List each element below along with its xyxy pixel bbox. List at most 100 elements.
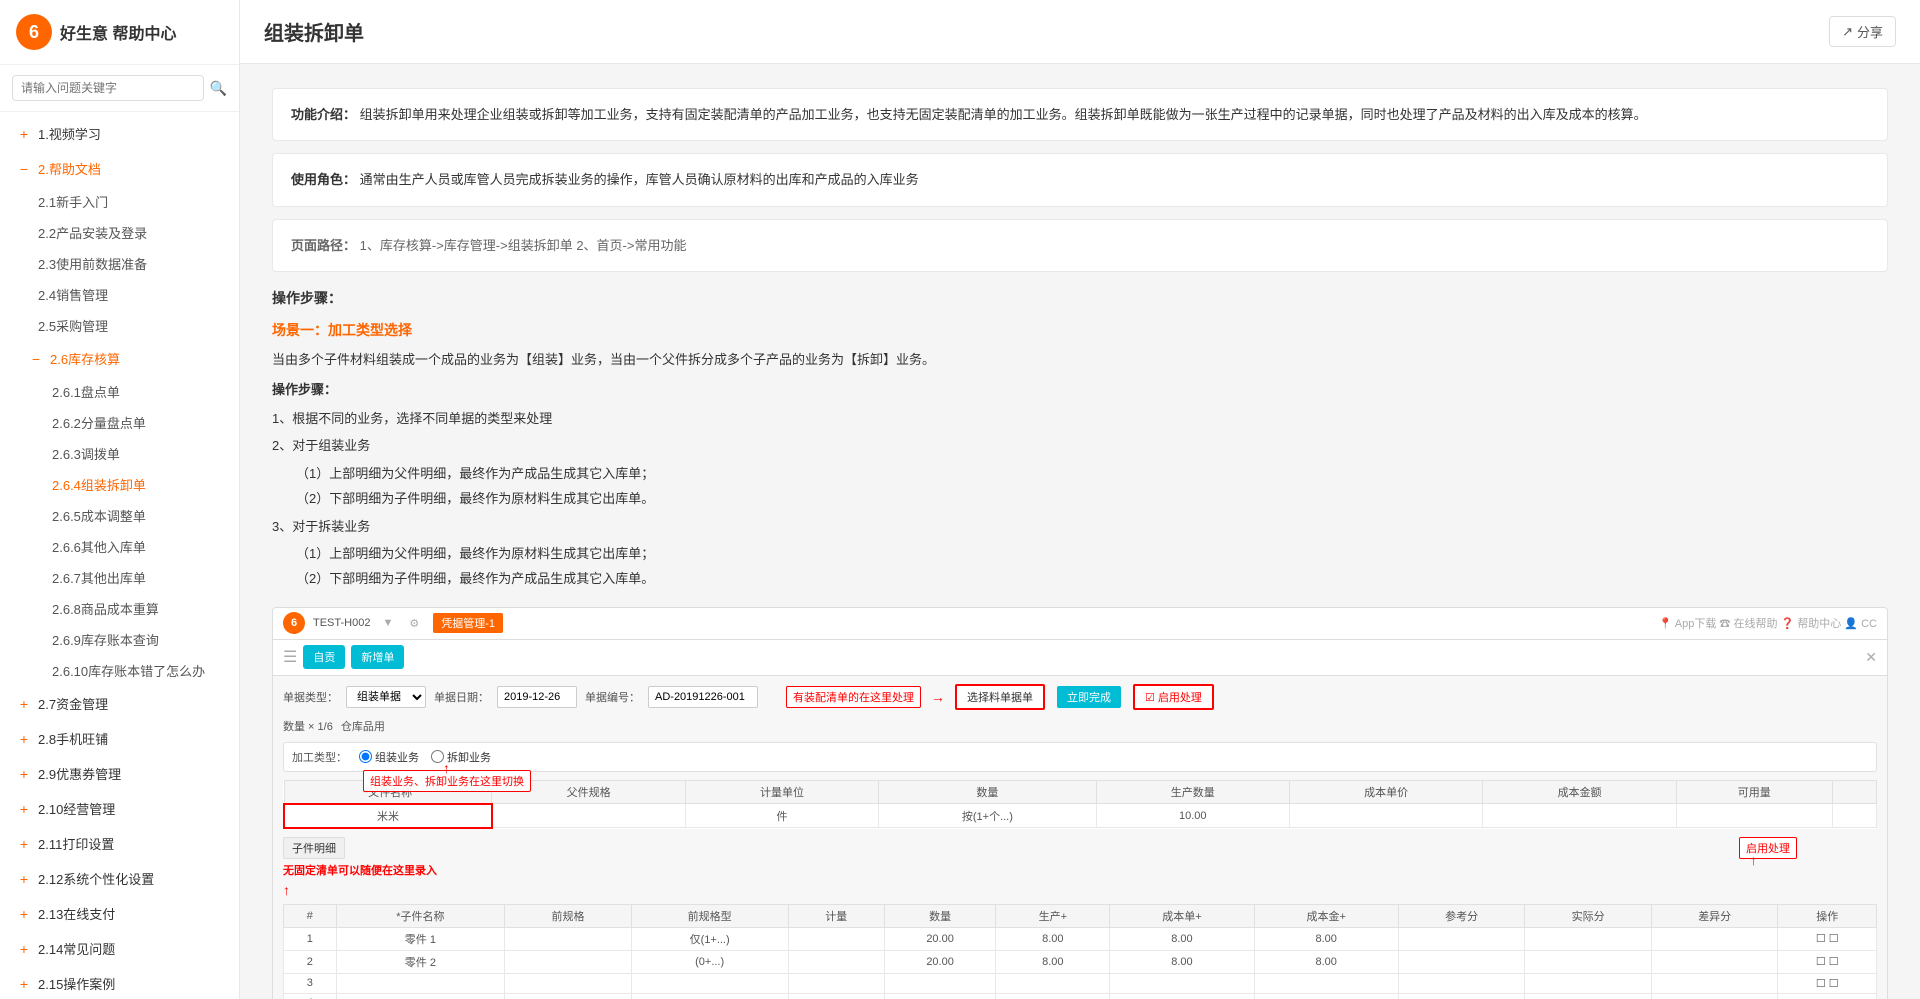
sim-lower-row-3: 3☐ ☐ <box>284 973 1877 993</box>
sim-lth-diff: 差异分 <box>1651 904 1778 927</box>
sidebar-item-transfer[interactable]: 2.6.3调拨单 <box>0 438 239 469</box>
search-icon[interactable]: 🔍 <box>210 80 227 97</box>
sidebar-item-video[interactable]: + 1.视频学习 <box>0 116 239 151</box>
path-label: 页面路径： <box>291 238 356 253</box>
sim-lower-row-2: 2 零件 2 (0+...) 20.00 8.00 8.00 8.00 <box>284 950 1877 973</box>
sim-lcell-op1: ☐ ☐ <box>1778 927 1877 950</box>
sim-nav-bar: ☰ 自贡 新增单 ✕ <box>273 640 1887 676</box>
sim-lcell-s1 <box>505 927 632 950</box>
print-expand-icon: + <box>16 836 32 852</box>
collapse-icon: − <box>16 161 32 177</box>
sim-lth-prod: 生产+ <box>996 904 1110 927</box>
step1: 1、根据不同的业务，选择不同单据的类型来处理 <box>272 407 1888 430</box>
sim-arrow-right: → <box>931 689 945 705</box>
sim-lcell-name1: 零件 1 <box>336 927 505 950</box>
search-box[interactable]: 🔍 <box>0 65 239 112</box>
sim-tab-home[interactable]: 自贡 <box>303 645 345 669</box>
sidebar-item-other-in[interactable]: 2.6.6其他入库单 <box>0 531 239 562</box>
sim-radio-assembly[interactable]: 组装业务 <box>359 749 419 765</box>
sim-lth-op: 操作 <box>1778 904 1877 927</box>
sim-th-qty: 数量 <box>879 780 1096 804</box>
sidebar-item-partial-stocktake[interactable]: 2.6.2分量盘点单 <box>0 407 239 438</box>
sidebar-item-docs[interactable]: − 2.帮助文档 <box>0 151 239 186</box>
sim-type-row-wrapper: 加工类型： 组装业务 拆卸业务 组装业务、拆卸业务在这里切换 ↑ <box>283 742 1877 772</box>
customize-expand-icon: + <box>16 871 32 887</box>
sidebar-item-mobile[interactable]: + 2.8手机旺铺 <box>0 721 239 756</box>
share-button[interactable]: ↗ 分享 <box>1829 16 1896 47</box>
sim-apply-annotation: 启用处理 <box>1739 837 1797 859</box>
sim-lcell-s2: 仅(1+...) <box>631 927 788 950</box>
scene-desc: 当由多个子件材料组装成一个成品的业务为【组装】业务，当由一个父件拆分成多个子产品… <box>272 348 1888 371</box>
sim-lth-ref: 参考分 <box>1398 904 1525 927</box>
sidebar-item-stock-error[interactable]: 2.6.10库存账本错了怎么办 <box>0 655 239 686</box>
sim-lcell-a2 <box>1525 950 1652 973</box>
sim-lcell-r2 <box>1398 950 1525 973</box>
sidebar-item-finance[interactable]: + 2.7资金管理 <box>0 686 239 721</box>
sidebar-item-install[interactable]: 2.2产品安装及登录 <box>0 217 239 248</box>
sidebar-item-finance-label: 2.7资金管理 <box>38 694 108 713</box>
sidebar-item-inventory[interactable]: − 2.6库存核算 <box>0 341 239 376</box>
sim-status-badge: 凭据管理-1 <box>433 613 503 633</box>
sim-apply-btn[interactable]: ☑ 启用处理 <box>1133 684 1214 710</box>
sidebar-item-stock-ledger[interactable]: 2.6.9库存账本查询 <box>0 624 239 655</box>
sidebar-item-other-out[interactable]: 2.6.7其他出库单 <box>0 562 239 593</box>
sim-lth-spec2: 前规格型 <box>631 904 788 927</box>
sim-app-logo: 6 <box>283 612 305 634</box>
sidebar-item-cost-adj[interactable]: 2.6.5成本调整单 <box>0 500 239 531</box>
sim-tab-new[interactable]: 新增单 <box>351 645 404 669</box>
sim-cell-cost-amt <box>1483 804 1676 828</box>
sim-type-arrow: ↑ <box>443 760 450 776</box>
sim-th-cost-amt: 成本金额 <box>1483 780 1676 804</box>
sidebar-item-sales[interactable]: 2.4销售管理 <box>0 279 239 310</box>
sim-radio-disassembly[interactable]: 拆卸业务 <box>431 749 491 765</box>
sidebar-item-newbie[interactable]: 2.1新手入门 <box>0 186 239 217</box>
share-label: 分享 <box>1857 22 1883 41</box>
sidebar-item-cases-label: 2.15操作案例 <box>38 974 115 993</box>
nav-section: + 1.视频学习 − 2.帮助文档 2.1新手入门 2.2产品安装及登录 2.3… <box>0 112 239 999</box>
sim-apply-arrow: ↑ <box>1750 852 1757 868</box>
sim-menu-icon[interactable]: ☰ <box>283 647 297 667</box>
sim-lower-header: 子件明细 <box>283 837 1877 859</box>
sim-lcell-r1 <box>1398 927 1525 950</box>
sim-lth-no: # <box>284 904 337 927</box>
step3-2: （2）下部明细为子件明细，最终作为产成品生成其它入库单。 <box>296 567 1888 590</box>
sim-order-input[interactable] <box>648 686 758 708</box>
sidebar-item-customize[interactable]: + 2.12系统个性化设置 <box>0 861 239 896</box>
sim-lth-cost2: 成本金+ <box>1254 904 1398 927</box>
sim-close-icon[interactable]: ✕ <box>1865 649 1877 666</box>
sim-annotation-top: 有装配清单的在这里处理 <box>786 686 921 708</box>
sidebar-item-data-prep[interactable]: 2.3使用前数据准备 <box>0 248 239 279</box>
sim-lcell-s22: (0+...) <box>631 950 788 973</box>
sidebar-item-print[interactable]: + 2.11打印设置 <box>0 826 239 861</box>
sidebar-item-assembly[interactable]: 2.6.4组装拆卸单 <box>0 469 239 500</box>
sim-lcell-no2: 2 <box>284 950 337 973</box>
sim-lower-row-4: 4☐ ☐ <box>284 993 1877 999</box>
step3: 3、对于拆装业务 <box>272 515 1888 538</box>
sidebar-item-biz[interactable]: + 2.10经营管理 <box>0 791 239 826</box>
sim-save-btn[interactable]: 立即完成 <box>1057 686 1121 708</box>
sidebar-item-faq[interactable]: + 2.14常见问题 <box>0 931 239 966</box>
sidebar-item-purchase[interactable]: 2.5采购管理 <box>0 310 239 341</box>
page-title: 组装拆卸单 <box>264 17 364 46</box>
sidebar-item-payment[interactable]: + 2.13在线支付 <box>0 896 239 931</box>
role-text: 通常由生产人员或库管人员完成拆装业务的操作，库管人员确认原材料的出库和产成品的入… <box>360 172 919 187</box>
sim-qty2-label: 仓库品用 <box>341 718 385 734</box>
sidebar-item-docs-label: 2.帮助文档 <box>38 159 101 178</box>
sim-lcell-c1: 8.00 <box>1110 927 1254 950</box>
search-input[interactable] <box>12 75 204 101</box>
sidebar-item-cases[interactable]: + 2.15操作案例 <box>0 966 239 999</box>
step2-1: （1）上部明细为父件明细，最终作为产成品生成其它入库单； <box>296 462 1888 485</box>
sim-lcell-s21 <box>505 950 632 973</box>
sim-lth-name: *子件名称 <box>336 904 505 927</box>
sim-lower-annotation: 无固定清单可以随便在这里录入 <box>283 862 1877 878</box>
sim-lcell-no1: 1 <box>284 927 337 950</box>
sim-lcell-q2: 20.00 <box>884 950 996 973</box>
sim-date-input[interactable] <box>497 686 577 708</box>
sidebar-item-stocktake[interactable]: 2.6.1盘点单 <box>0 376 239 407</box>
func-intro-block: 功能介绍： 组装拆卸单用来处理企业组装或拆卸等加工业务，支持有固定装配清单的产品… <box>272 88 1888 141</box>
sidebar-item-coupon[interactable]: + 2.9优惠券管理 <box>0 756 239 791</box>
sim-lcell-c2: 8.00 <box>1110 950 1254 973</box>
sim-choose-bill-btn[interactable]: 选择料单据单 <box>955 684 1045 710</box>
sidebar-item-cost-recalc[interactable]: 2.6.8商品成本重算 <box>0 593 239 624</box>
sim-type-select[interactable]: 组装单据 拆卸单据 <box>346 686 426 708</box>
